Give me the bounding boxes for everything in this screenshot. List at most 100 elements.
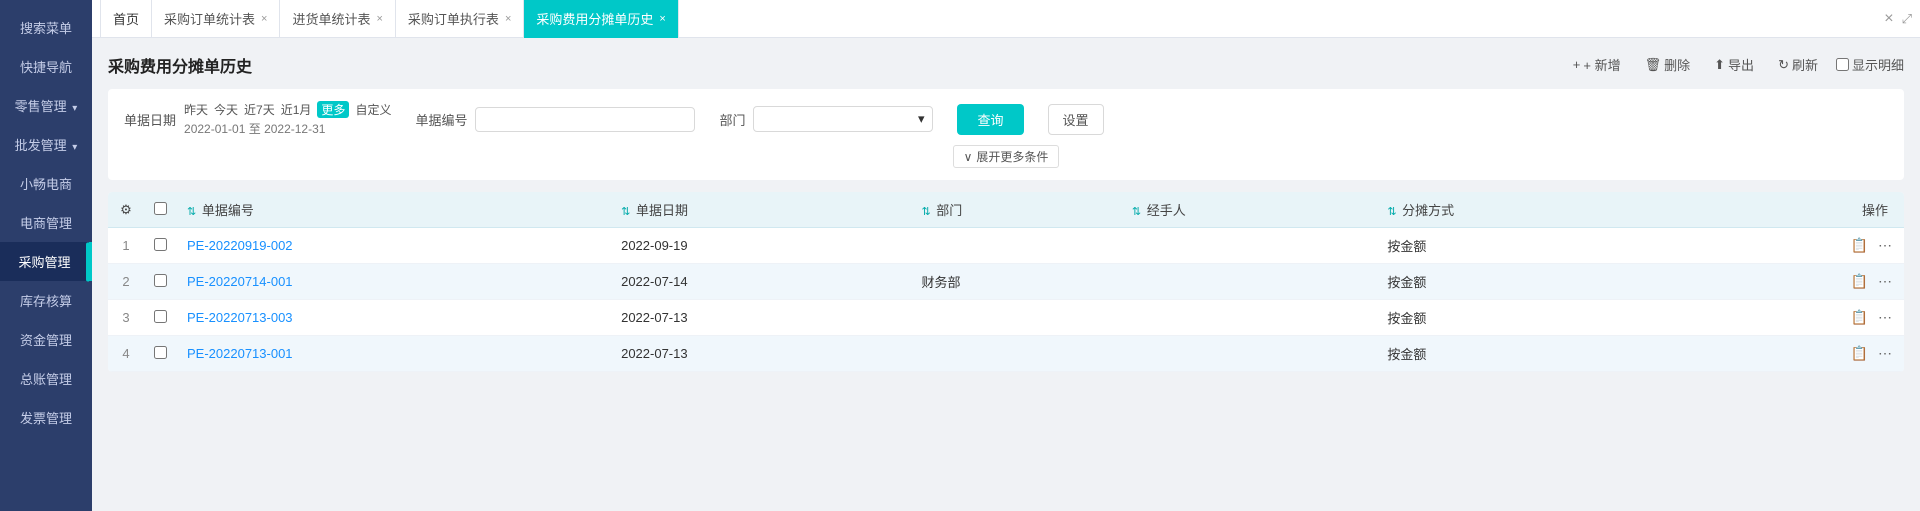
select-all-checkbox[interactable]: [154, 202, 167, 215]
row-handler: [1122, 336, 1377, 372]
add-button[interactable]: + + 新增: [1567, 52, 1627, 77]
view-icon[interactable]: 📋: [1849, 235, 1870, 256]
order-no-input[interactable]: [475, 107, 695, 132]
row-actions-cell: 📋 ⋯: [1678, 300, 1904, 336]
sort-icon: ⇅: [621, 206, 630, 218]
sidebar-item-label: 总账管理: [20, 372, 72, 387]
refresh-button[interactable]: ↻ 刷新: [1772, 52, 1824, 77]
view-icon[interactable]: 📋: [1849, 307, 1870, 328]
settings-button[interactable]: 设置: [1048, 104, 1104, 135]
col-settings[interactable]: ⚙: [108, 192, 144, 228]
tab-purchase-goods-stat[interactable]: 进货单统计表 ×: [280, 0, 395, 38]
add-icon: +: [1573, 57, 1581, 72]
sort-icon: ⇅: [1132, 206, 1141, 218]
view-icon[interactable]: 📋: [1849, 343, 1870, 364]
col-date[interactable]: ⇅ 单据日期: [611, 192, 911, 228]
dept-label: 部门: [719, 110, 745, 129]
shortcut-yesterday[interactable]: 昨天: [184, 101, 208, 118]
sidebar-item-invoice[interactable]: 发票管理: [0, 398, 92, 437]
sidebar-item-capital[interactable]: 资金管理: [0, 320, 92, 359]
row-split-method: 按金额: [1377, 300, 1677, 336]
sidebar-item-wholesale[interactable]: 批发管理 ▾: [0, 125, 92, 164]
query-button[interactable]: 查询: [957, 104, 1023, 135]
row-dept: [911, 228, 1121, 264]
export-icon: ⬆: [1714, 57, 1725, 73]
shortcut-1month[interactable]: 近1月: [281, 101, 312, 118]
col-split-method[interactable]: ⇅ 分摊方式: [1377, 192, 1677, 228]
tab-actions: × ⤢: [1884, 10, 1912, 28]
sort-icon: ⇅: [1387, 206, 1396, 218]
sidebar-item-purchase[interactable]: 采购管理: [0, 242, 92, 281]
restore-window-icon[interactable]: ⤢: [1902, 11, 1912, 27]
refresh-icon: ↻: [1778, 57, 1789, 73]
row-checkbox[interactable]: [154, 346, 167, 359]
delete-button[interactable]: 🗑 删除: [1639, 52, 1697, 77]
shortcut-custom[interactable]: 自定义: [355, 101, 391, 118]
shortcut-today[interactable]: 今天: [214, 101, 238, 118]
table-container: ⚙ ⇅ 单据编号 ⇅ 单据日期: [108, 192, 1904, 372]
col-dept[interactable]: ⇅ 部门: [911, 192, 1121, 228]
row-num: 1: [108, 228, 144, 264]
data-table: ⚙ ⇅ 单据编号 ⇅ 单据日期: [108, 192, 1904, 372]
sidebar-item-label: 批发管理: [15, 138, 67, 153]
sidebar-item-ecom[interactable]: 电商管理: [0, 203, 92, 242]
dept-select[interactable]: ▾: [753, 106, 933, 132]
row-num: 4: [108, 336, 144, 372]
sidebar-item-inventory[interactable]: 库存核算: [0, 281, 92, 320]
col-order-no[interactable]: ⇅ 单据编号: [177, 192, 611, 228]
sidebar-item-quick[interactable]: 快捷导航: [0, 47, 92, 86]
row-date: 2022-07-13: [611, 300, 911, 336]
tab-purchase-fee-split[interactable]: 采购费用分摊单历史 ×: [524, 0, 678, 38]
row-checkbox[interactable]: [154, 310, 167, 323]
row-checkbox[interactable]: [154, 238, 167, 251]
close-tab-icon[interactable]: ×: [659, 13, 665, 25]
close-tab-icon[interactable]: ×: [376, 13, 382, 25]
sidebar-item-label: 发票管理: [20, 411, 72, 426]
close-tab-icon[interactable]: ×: [505, 13, 511, 25]
sidebar-item-retail[interactable]: 零售管理 ▾: [0, 86, 92, 125]
close-tab-icon[interactable]: ×: [261, 13, 267, 25]
order-no-link[interactable]: PE-20220919-002: [187, 238, 293, 253]
row-order-no: PE-20220919-002: [177, 228, 611, 264]
sort-icon: ⇅: [921, 206, 930, 218]
row-order-no: PE-20220713-001: [177, 336, 611, 372]
date-range-value[interactable]: 2022-01-01 至 2022-12-31: [184, 120, 391, 137]
sidebar-item-label: 零售管理: [15, 99, 67, 114]
expand-button[interactable]: ∨ 展开更多条件: [953, 145, 1060, 168]
close-window-icon[interactable]: ×: [1884, 10, 1893, 28]
col-handler[interactable]: ⇅ 经手人: [1122, 192, 1377, 228]
show-cols-checkbox[interactable]: [1836, 58, 1849, 71]
more-icon[interactable]: ⋯: [1876, 271, 1894, 292]
show-cols-toggle[interactable]: 显示明细: [1836, 55, 1904, 74]
export-button[interactable]: ⬆ 导出: [1708, 52, 1760, 77]
order-no-link[interactable]: PE-20220713-003: [187, 310, 293, 325]
tab-purchase-order-exec[interactable]: 采购订单执行表 ×: [396, 0, 524, 38]
more-icon[interactable]: ⋯: [1876, 307, 1894, 328]
tab-purchase-order-stat[interactable]: 采购订单统计表 ×: [152, 0, 280, 38]
view-icon[interactable]: 📋: [1849, 271, 1870, 292]
row-checkbox[interactable]: [154, 274, 167, 287]
table-row: 4 PE-20220713-001 2022-07-13 按金额 📋 ⋯: [108, 336, 1904, 372]
row-checkbox-cell: [144, 336, 177, 372]
sidebar-item-search[interactable]: 搜索菜单: [0, 8, 92, 47]
search-row: 单据日期 昨天 今天 近7天 近1月 更多 自定义 2022-01-01 至 2…: [124, 101, 1888, 137]
shortcut-7days[interactable]: 近7天: [244, 101, 275, 118]
date-range-picker[interactable]: 昨天 今天 近7天 近1月 更多 自定义 2022-01-01 至 2022-1…: [184, 101, 391, 137]
more-icon[interactable]: ⋯: [1876, 235, 1894, 256]
row-handler: [1122, 228, 1377, 264]
shortcut-more[interactable]: 更多: [317, 101, 349, 118]
row-split-method: 按金额: [1377, 336, 1677, 372]
page-title: 采购费用分摊单历史: [108, 53, 252, 77]
sidebar-item-ecom-small[interactable]: 小畅电商: [0, 164, 92, 203]
content-area: 采购费用分摊单历史 + + 新增 🗑 删除 ⬆ 导出 ↻ 刷新: [92, 38, 1920, 511]
row-date: 2022-07-13: [611, 336, 911, 372]
sidebar: 搜索菜单 快捷导航 零售管理 ▾ 批发管理 ▾ 小畅电商 电商管理 采购管理 库…: [0, 0, 92, 511]
sidebar-item-label: 电商管理: [20, 216, 72, 231]
tab-home[interactable]: 首页: [100, 0, 152, 38]
order-no-link[interactable]: PE-20220714-001: [187, 274, 293, 289]
sidebar-item-ledger[interactable]: 总账管理: [0, 359, 92, 398]
order-no-link[interactable]: PE-20220713-001: [187, 346, 293, 361]
more-icon[interactable]: ⋯: [1876, 343, 1894, 364]
row-date: 2022-07-14: [611, 264, 911, 300]
row-date: 2022-09-19: [611, 228, 911, 264]
